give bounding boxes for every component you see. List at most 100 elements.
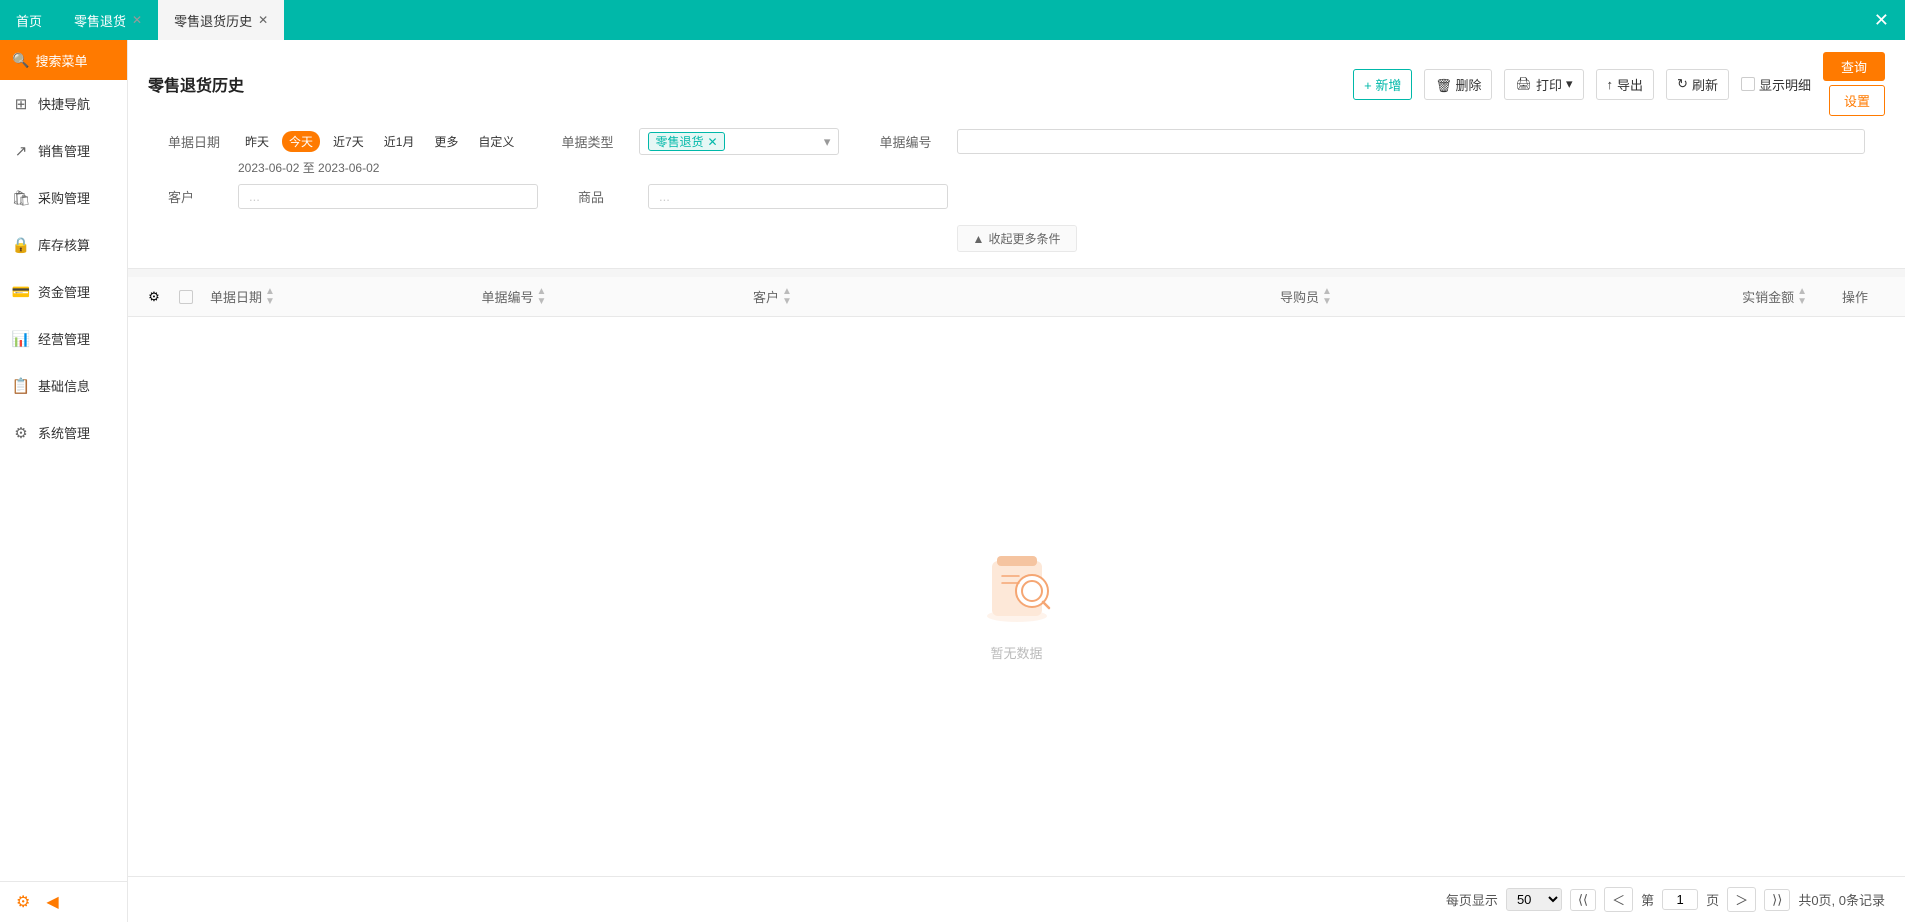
total-label: 共0页, 0条记录 xyxy=(1798,890,1885,909)
filter-row-1: 单据日期 昨天 今天 近7天 近1月 更多 自定义 单据类型 零售退货 xyxy=(168,128,1865,155)
page-header: 零售退货历史 + 新增 🗑 删除 🖨 打印 ▾ ↑ 导出 ↻ xyxy=(128,40,1905,269)
collapse-sidebar-icon[interactable]: ◀ xyxy=(46,892,58,912)
sidebar-search[interactable]: 🔍 搜索菜单 xyxy=(0,40,127,80)
page-title: 零售退货历史 xyxy=(148,72,244,96)
page-size-label: 每页显示 xyxy=(1446,890,1498,909)
page-title-row: 零售退货历史 + 新增 🗑 删除 🖨 打印 ▾ ↑ 导出 ↻ xyxy=(148,52,1885,116)
empty-state: 暂无数据 xyxy=(128,317,1905,876)
doc-number-input[interactable] xyxy=(957,129,1865,154)
export-label: 导出 xyxy=(1617,75,1643,94)
date-btn-today[interactable]: 今天 xyxy=(282,131,320,152)
date-btn-1month[interactable]: 近1月 xyxy=(377,131,422,152)
doc-type-tag-label: 零售退货 xyxy=(655,133,703,150)
sidebar-item-basic-info[interactable]: 📋 基础信息 xyxy=(0,362,127,409)
tab-retail-return-history[interactable]: 零售退货历史 ✕ xyxy=(158,0,284,40)
settings-icon[interactable]: ⚙ xyxy=(16,892,30,912)
th-number[interactable]: 单据编号 ▲▼ xyxy=(474,287,746,307)
tab-retail-return[interactable]: 零售退货 ✕ xyxy=(58,0,158,40)
refresh-label: 刷新 xyxy=(1692,75,1718,94)
main-layout: 🔍 搜索菜单 ⊞ 快捷导航 ↗ 销售管理 🛍 采购管理 🔒 库存核算 💳 xyxy=(0,40,1905,922)
delete-button[interactable]: 🗑 删除 xyxy=(1424,69,1492,100)
th-actions-label: 操作 xyxy=(1842,290,1868,305)
th-guide-label: 导购员 xyxy=(1280,287,1319,306)
empty-text: 暂无数据 xyxy=(990,643,1042,662)
refresh-icon: ↻ xyxy=(1677,76,1688,92)
sidebar-item-sales-mgmt[interactable]: ↗ 销售管理 xyxy=(0,127,127,174)
table-area: ⚙ 单据日期 ▲▼ 单据编号 ▲▼ 客户 ▲▼ 导购员 xyxy=(128,277,1905,922)
th-date-sort-icon: ▲▼ xyxy=(265,287,275,307)
tab-home-label: 首页 xyxy=(16,11,42,30)
sidebar-item-quick-nav[interactable]: ⊞ 快捷导航 xyxy=(0,80,127,127)
operations-icon: 📊 xyxy=(12,330,30,348)
customer-filter-label: 客户 xyxy=(168,187,238,206)
sidebar-nav: ⊞ 快捷导航 ↗ 销售管理 🛍 采购管理 🔒 库存核算 💳 资金管理 📊 经 xyxy=(0,80,127,881)
date-btn-7days[interactable]: 近7天 xyxy=(326,131,371,152)
page-size-select[interactable]: 50 10 20 100 xyxy=(1506,888,1562,911)
sidebar-item-finance[interactable]: 💳 资金管理 xyxy=(0,268,127,315)
th-amount-sort-icon: ▲▼ xyxy=(1797,287,1807,307)
refresh-button[interactable]: ↻ 刷新 xyxy=(1666,69,1729,100)
page-next-button[interactable]: ＞ xyxy=(1727,887,1756,912)
th-amount[interactable]: 实销金额 ▲▼ xyxy=(1544,287,1816,307)
print-label: 打印 xyxy=(1536,75,1562,94)
table-select-all-checkbox[interactable] xyxy=(170,290,202,304)
page-first-button[interactable]: ⟨⟨ xyxy=(1570,889,1596,911)
date-btn-yesterday[interactable]: 昨天 xyxy=(238,131,276,152)
tab-retail-return-history-close[interactable]: ✕ xyxy=(258,13,268,27)
sidebar-item-purchase-mgmt[interactable]: 🛍 采购管理 xyxy=(0,174,127,221)
table-gear-icon[interactable]: ⚙ xyxy=(138,289,170,305)
tab-home[interactable]: 首页 xyxy=(0,0,58,40)
show-detail-label: 显示明细 xyxy=(1759,75,1811,94)
date-range-display: 2023-06-02 至 2023-06-02 xyxy=(238,159,1865,176)
inventory-icon: 🔒 xyxy=(12,236,30,254)
setting-button[interactable]: 设置 xyxy=(1829,85,1885,116)
export-icon: ↑ xyxy=(1607,77,1614,92)
top-close-icon[interactable]: ✕ xyxy=(1874,10,1889,31)
export-button[interactable]: ↑ 导出 xyxy=(1596,69,1655,100)
page-label-prefix: 第 xyxy=(1641,890,1654,909)
doc-type-select[interactable]: 零售退货 ✕ ▾ xyxy=(639,128,839,155)
doc-type-filter-label: 单据类型 xyxy=(561,132,631,151)
goods-input[interactable]: ... xyxy=(648,184,948,209)
show-detail-wrap: 显示明细 xyxy=(1741,75,1811,94)
date-btn-more[interactable]: 更多 xyxy=(427,131,465,152)
doc-type-tag-close[interactable]: ✕ xyxy=(707,135,717,149)
sidebar-item-sys-mgmt[interactable]: ⚙ 系统管理 xyxy=(0,409,127,456)
customer-input[interactable]: ... xyxy=(238,184,538,209)
empty-illustration xyxy=(967,531,1067,631)
page-label-suffix: 页 xyxy=(1706,890,1719,909)
sidebar-item-sales-mgmt-label: 销售管理 xyxy=(38,141,90,160)
th-date[interactable]: 单据日期 ▲▼ xyxy=(202,287,474,307)
doc-number-filter-label: 单据编号 xyxy=(879,132,949,151)
th-customer[interactable]: 客户 ▲▼ xyxy=(745,287,1272,307)
pagination: 每页显示 50 10 20 100 ⟨⟨ ＜ 第 页 ＞ ⟩⟩ 共0页, 0条记… xyxy=(128,876,1905,922)
date-btn-custom[interactable]: 自定义 xyxy=(471,131,521,152)
sidebar-item-quick-nav-label: 快捷导航 xyxy=(38,94,90,113)
print-button[interactable]: 🖨 打印 ▾ xyxy=(1504,69,1583,100)
sidebar-item-basic-info-label: 基础信息 xyxy=(38,376,90,395)
tab-retail-return-close[interactable]: ✕ xyxy=(132,13,142,27)
date-options-group: 昨天 今天 近7天 近1月 更多 自定义 xyxy=(238,131,521,152)
goods-filter-label: 商品 xyxy=(578,187,648,206)
th-number-sort-icon: ▲▼ xyxy=(537,287,547,307)
sidebar-item-operations-label: 经营管理 xyxy=(38,329,90,348)
th-number-label: 单据编号 xyxy=(482,287,534,306)
page-prev-button[interactable]: ＜ xyxy=(1604,887,1633,912)
collapse-button[interactable]: ▲ 收起更多条件 xyxy=(957,225,1077,252)
page-last-button[interactable]: ⟩⟩ xyxy=(1764,889,1790,911)
print-chevron-icon: ▾ xyxy=(1566,76,1573,92)
top-bar-right: ✕ xyxy=(1874,10,1905,31)
table-header: ⚙ 单据日期 ▲▼ 单据编号 ▲▼ 客户 ▲▼ 导购员 xyxy=(128,277,1905,317)
show-detail-checkbox[interactable] xyxy=(1741,77,1755,91)
page-number-input[interactable] xyxy=(1662,889,1698,910)
content-area: 零售退货历史 + 新增 🗑 删除 🖨 打印 ▾ ↑ 导出 ↻ xyxy=(128,40,1905,922)
toolbar: + 新增 🗑 删除 🖨 打印 ▾ ↑ 导出 ↻ 刷新 xyxy=(1353,52,1885,116)
query-button[interactable]: 查询 xyxy=(1823,52,1885,81)
quick-nav-icon: ⊞ xyxy=(12,95,30,113)
sales-mgmt-icon: ↗ xyxy=(12,142,30,160)
th-guide[interactable]: 导购员 ▲▼ xyxy=(1272,287,1544,307)
sidebar-item-inventory[interactable]: 🔒 库存核算 xyxy=(0,221,127,268)
sidebar-item-finance-label: 资金管理 xyxy=(38,282,90,301)
new-button[interactable]: + 新增 xyxy=(1353,69,1412,100)
sidebar-item-operations[interactable]: 📊 经营管理 xyxy=(0,315,127,362)
